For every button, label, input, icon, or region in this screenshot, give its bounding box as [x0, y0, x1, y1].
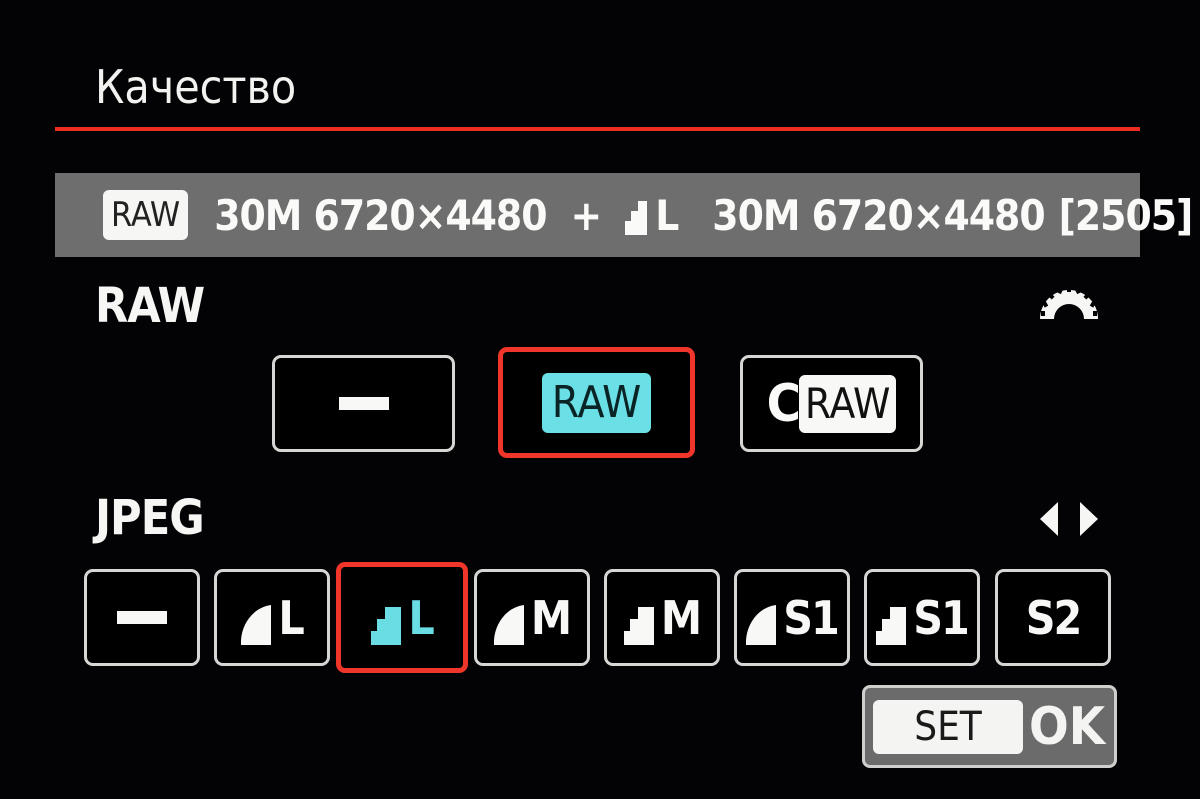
- left-right-arrows-icon: [1038, 500, 1100, 542]
- summary-jpeg-size: L: [655, 190, 679, 240]
- shots-remaining: [2505]: [1058, 190, 1194, 240]
- summary-raw-tag: RAW: [103, 190, 189, 240]
- set-ok-button[interactable]: SET OK: [862, 685, 1117, 768]
- fine-quality-icon: [241, 604, 272, 645]
- fine-quality-icon: [493, 604, 524, 645]
- set-button-label: SET: [873, 699, 1023, 754]
- raw-section-label: RAW: [95, 278, 205, 334]
- jpeg-size-label: S1: [783, 590, 840, 645]
- summary-raw-info: 30M 6720×4480: [214, 190, 547, 240]
- fine-stair-icon: [625, 195, 651, 235]
- jpeg-section-label: JPEG: [95, 490, 205, 546]
- jpeg-size-label: L: [408, 590, 434, 645]
- jpeg-option-fine-L[interactable]: L: [214, 569, 330, 666]
- jpeg-option-S2[interactable]: S2: [995, 569, 1111, 666]
- jpeg-option-fine-M[interactable]: M: [474, 569, 590, 666]
- fine-quality-icon: [746, 604, 777, 645]
- quality-summary-bar: RAW 30M 6720×4480 + L 30M 6720×4480 [250…: [55, 173, 1193, 257]
- summary-plus: +: [570, 190, 603, 240]
- main-dial-icon: [1038, 285, 1100, 325]
- craw-prefix: C: [766, 373, 801, 434]
- jpeg-option-normal-S1[interactable]: S1: [864, 569, 980, 666]
- craw-option-label: RAW: [798, 374, 897, 433]
- jpeg-size-label: L: [278, 590, 304, 645]
- jpeg-size-label: S2: [1025, 590, 1083, 645]
- normal-quality-icon: [623, 606, 654, 645]
- jpeg-option-fine-S1[interactable]: S1: [734, 569, 850, 666]
- raw-option-label: RAW: [541, 372, 652, 433]
- dash-icon: [117, 611, 167, 624]
- title-divider: [55, 127, 1140, 131]
- normal-quality-icon: [371, 606, 402, 645]
- normal-quality-icon: [876, 606, 907, 645]
- jpeg-size-label: M: [530, 590, 572, 645]
- raw-option-raw[interactable]: RAW: [498, 347, 695, 458]
- page-title: Качество: [95, 60, 297, 114]
- summary-jpeg-info: 30M 6720×4480: [712, 190, 1045, 240]
- jpeg-option-none[interactable]: [84, 569, 200, 666]
- jpeg-size-label: M: [660, 590, 702, 645]
- raw-option-none[interactable]: [272, 355, 455, 452]
- jpeg-option-normal-M[interactable]: M: [604, 569, 720, 666]
- jpeg-option-normal-L[interactable]: L: [336, 562, 468, 673]
- raw-option-craw[interactable]: C RAW: [740, 355, 923, 452]
- ok-label: OK: [1029, 696, 1106, 757]
- dash-icon: [338, 397, 389, 410]
- jpeg-size-label: S1: [913, 590, 970, 645]
